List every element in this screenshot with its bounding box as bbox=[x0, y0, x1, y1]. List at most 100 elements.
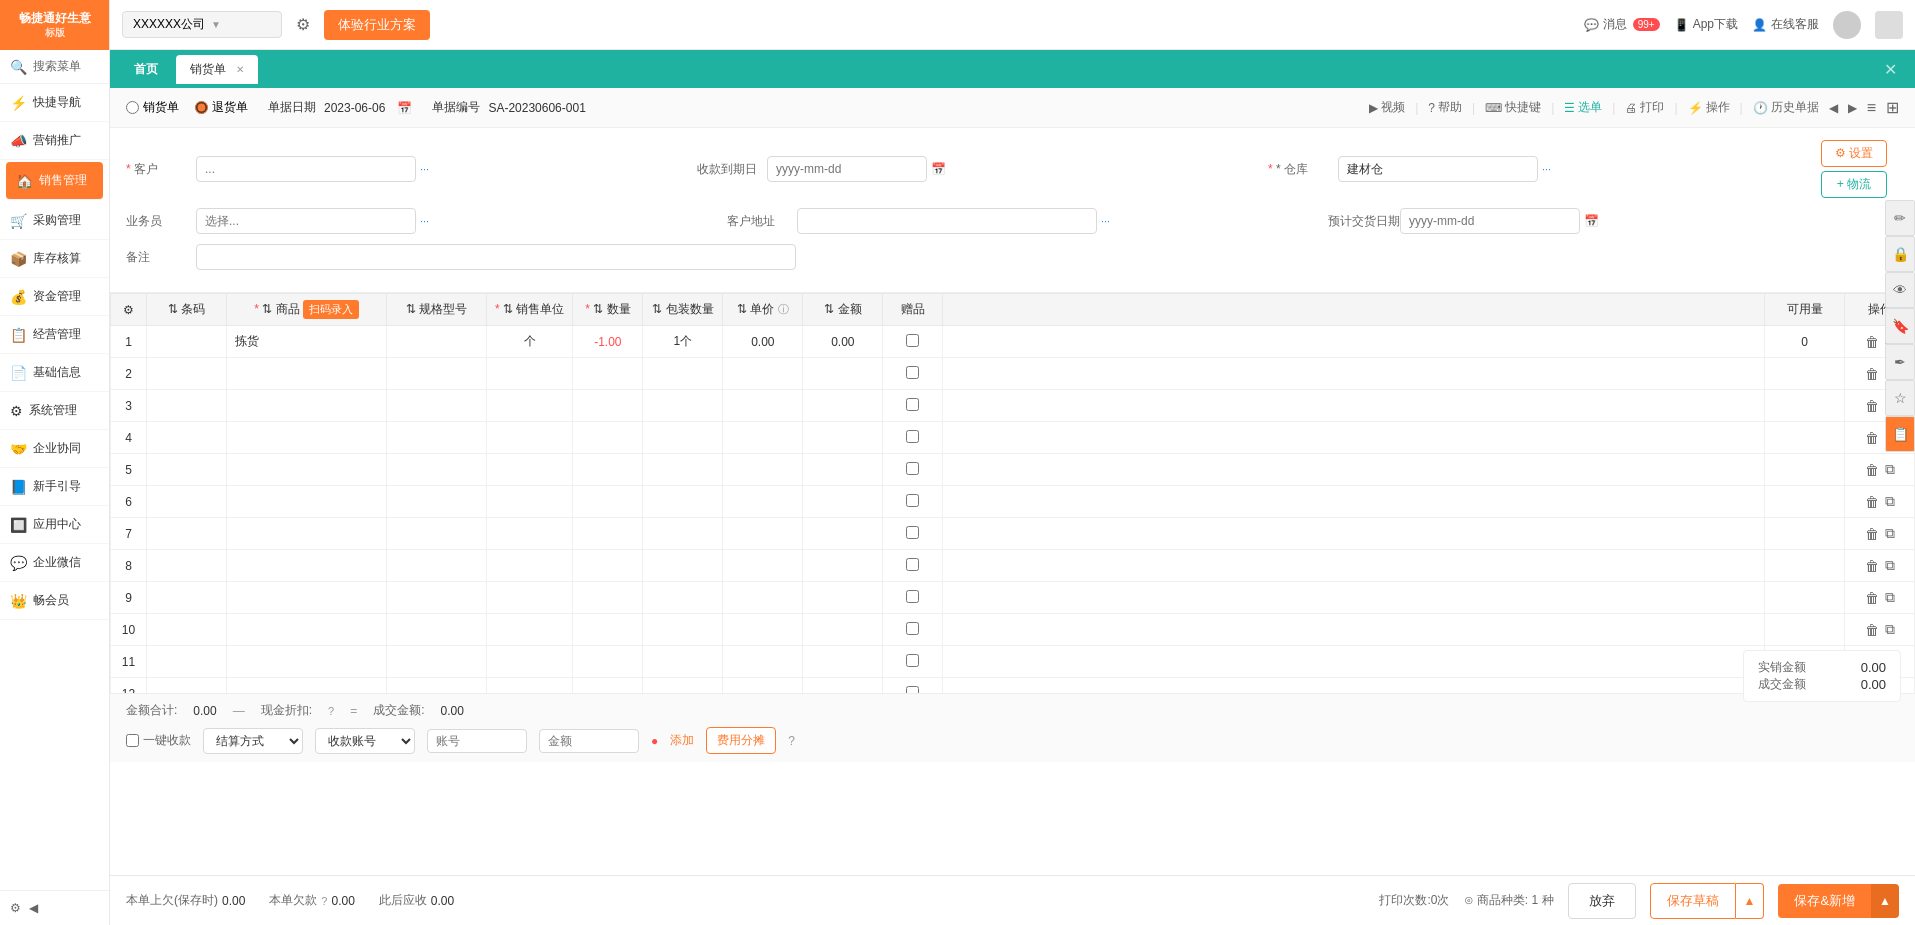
row-price[interactable] bbox=[723, 390, 803, 422]
choose-link[interactable]: ☰ 选单 bbox=[1564, 99, 1602, 116]
company-selector[interactable]: XXXXXX公司 ▼ bbox=[122, 11, 282, 38]
row-unit[interactable] bbox=[487, 422, 573, 454]
row-product[interactable] bbox=[227, 358, 387, 390]
row-product[interactable] bbox=[227, 646, 387, 678]
delete-row-button[interactable]: 🗑 bbox=[1865, 397, 1879, 414]
row-price[interactable] bbox=[723, 518, 803, 550]
row-amount[interactable] bbox=[803, 582, 883, 614]
rfloat-lock-icon[interactable]: 🔒 bbox=[1885, 236, 1915, 272]
row-gift[interactable] bbox=[883, 390, 943, 422]
th-settings[interactable]: ⚙ bbox=[111, 294, 147, 326]
row-spec[interactable] bbox=[387, 518, 487, 550]
row-amount[interactable] bbox=[803, 422, 883, 454]
delete-row-button[interactable]: 🗑 bbox=[1865, 621, 1879, 638]
row-barcode[interactable] bbox=[147, 518, 227, 550]
payment-date-input[interactable] bbox=[767, 156, 927, 182]
row-qty[interactable] bbox=[573, 678, 643, 694]
row-pkg-qty[interactable] bbox=[643, 678, 723, 694]
rfloat-orange-icon[interactable]: 📋 bbox=[1885, 416, 1915, 452]
account-no-input[interactable] bbox=[427, 729, 527, 753]
trial-button[interactable]: 体验行业方案 bbox=[324, 10, 430, 40]
sidebar-item-marketing[interactable]: 📣 营销推广 bbox=[0, 122, 109, 160]
row-gift[interactable] bbox=[883, 454, 943, 486]
sidebar-item-quick-nav[interactable]: ⚡ 快捷导航 bbox=[0, 84, 109, 122]
th-pkg[interactable]: ⇅ 包装数量 bbox=[643, 294, 723, 326]
row-product[interactable]: 拣货 bbox=[227, 326, 387, 358]
sidebar-search[interactable]: 🔍 搜索菜单 bbox=[0, 50, 109, 84]
row-unit[interactable] bbox=[487, 550, 573, 582]
copy-row-button[interactable]: ⧉ bbox=[1885, 493, 1895, 510]
row-spec[interactable] bbox=[387, 646, 487, 678]
row-product[interactable] bbox=[227, 422, 387, 454]
row-qty[interactable] bbox=[573, 550, 643, 582]
one-click-pay-item[interactable]: 一键收款 bbox=[126, 732, 191, 749]
settings-button[interactable]: ⚙ bbox=[292, 11, 314, 38]
discard-button[interactable]: 放弃 bbox=[1568, 883, 1636, 919]
th-product[interactable]: * ⇅ 商品 扫码录入 bbox=[227, 294, 387, 326]
row-price[interactable] bbox=[723, 454, 803, 486]
save-new-button[interactable]: 保存&新增 bbox=[1778, 884, 1871, 918]
row-product[interactable] bbox=[227, 390, 387, 422]
row-price[interactable] bbox=[723, 678, 803, 694]
row-price[interactable]: 0.00 bbox=[723, 326, 803, 358]
row-qty[interactable] bbox=[573, 614, 643, 646]
sidebar-item-enterprise[interactable]: 🤝 企业协同 bbox=[0, 430, 109, 468]
save-draft-button[interactable]: 保存草稿 bbox=[1650, 883, 1736, 919]
account-select[interactable]: 收款账号 bbox=[315, 728, 415, 754]
row-unit[interactable] bbox=[487, 582, 573, 614]
row-price[interactable] bbox=[723, 582, 803, 614]
rfloat-eye-icon[interactable]: 👁 bbox=[1885, 272, 1915, 308]
row-price[interactable] bbox=[723, 486, 803, 518]
rfloat-compose-icon[interactable]: ✏ bbox=[1885, 200, 1915, 236]
sidebar-bottom[interactable]: ⚙ ◀ bbox=[0, 890, 109, 925]
row-spec[interactable] bbox=[387, 678, 487, 694]
salesman-expand-icon[interactable]: ··· bbox=[420, 215, 429, 227]
row-amount[interactable]: 0.00 bbox=[803, 326, 883, 358]
row-price[interactable] bbox=[723, 422, 803, 454]
user-menu[interactable] bbox=[1875, 11, 1903, 39]
row-spec[interactable] bbox=[387, 550, 487, 582]
row-pkg-qty[interactable] bbox=[643, 390, 723, 422]
row-amount[interactable] bbox=[803, 550, 883, 582]
delete-row-button[interactable]: 🗑 bbox=[1865, 525, 1879, 542]
row-barcode[interactable] bbox=[147, 614, 227, 646]
row-gift[interactable] bbox=[883, 550, 943, 582]
delete-row-button[interactable]: 🗑 bbox=[1865, 429, 1879, 446]
row-product[interactable] bbox=[227, 678, 387, 694]
copy-row-button[interactable]: ⧉ bbox=[1885, 557, 1895, 574]
list-view-icon[interactable]: ≡ bbox=[1867, 99, 1876, 117]
row-gift[interactable] bbox=[883, 326, 943, 358]
app-download-item[interactable]: 📱 App下载 bbox=[1674, 16, 1738, 33]
row-product[interactable] bbox=[227, 582, 387, 614]
th-qty[interactable]: * ⇅ 数量 bbox=[573, 294, 643, 326]
copy-row-button[interactable]: ⧉ bbox=[1885, 621, 1895, 638]
row-pkg-qty[interactable] bbox=[643, 518, 723, 550]
row-price[interactable] bbox=[723, 646, 803, 678]
row-amount[interactable] bbox=[803, 358, 883, 390]
row-product[interactable] bbox=[227, 614, 387, 646]
row-pkg-qty[interactable] bbox=[643, 550, 723, 582]
expense-help-icon[interactable]: ? bbox=[788, 734, 795, 748]
rfloat-star-icon[interactable]: ☆ bbox=[1885, 380, 1915, 416]
sidebar-item-finance[interactable]: 💰 资金管理 bbox=[0, 278, 109, 316]
rfloat-edit-icon[interactable]: ✒ bbox=[1885, 344, 1915, 380]
payment-date-picker-icon[interactable]: 📅 bbox=[931, 162, 946, 176]
help-link[interactable]: ? 帮助 bbox=[1428, 99, 1462, 116]
th-price[interactable]: ⇅ 单价 ⓘ bbox=[723, 294, 803, 326]
order-debt-info-icon[interactable]: ? bbox=[321, 895, 327, 907]
row-price[interactable] bbox=[723, 358, 803, 390]
row-amount[interactable] bbox=[803, 454, 883, 486]
expected-date-input[interactable] bbox=[1400, 208, 1580, 234]
row-qty[interactable] bbox=[573, 582, 643, 614]
row-barcode[interactable] bbox=[147, 582, 227, 614]
sidebar-item-newbie[interactable]: 📘 新手引导 bbox=[0, 468, 109, 506]
settings-button[interactable]: ⚙ 设置 bbox=[1821, 140, 1887, 167]
tab-home[interactable]: 首页 bbox=[120, 55, 172, 84]
save-new-arrow-button[interactable]: ▲ bbox=[1871, 884, 1899, 918]
tab-close-icon[interactable]: ✕ bbox=[236, 64, 244, 75]
row-gift[interactable] bbox=[883, 678, 943, 694]
row-gift[interactable] bbox=[883, 486, 943, 518]
delete-row-button[interactable]: 🗑 bbox=[1865, 461, 1879, 478]
row-amount[interactable] bbox=[803, 390, 883, 422]
row-spec[interactable] bbox=[387, 358, 487, 390]
